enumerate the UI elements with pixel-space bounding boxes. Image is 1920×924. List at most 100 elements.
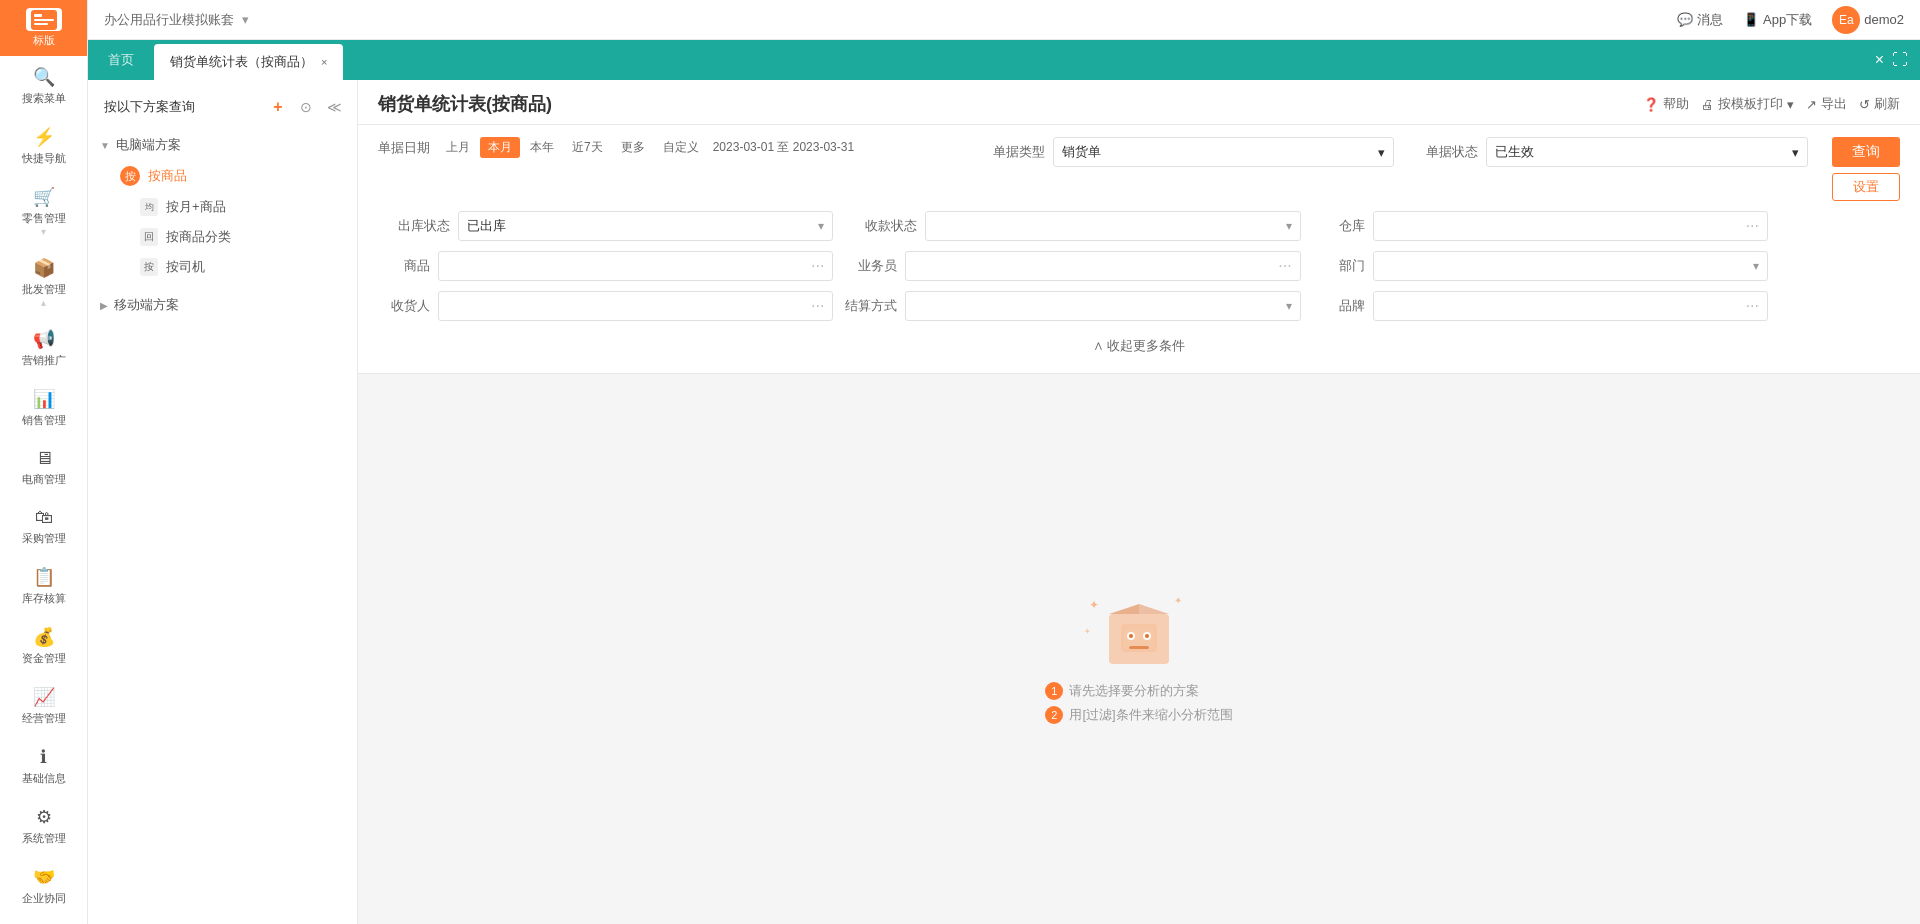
date-btn-7days[interactable]: 近7天: [564, 137, 611, 158]
export-icon: ↗: [1806, 97, 1817, 112]
out-status-arrow: ▾: [818, 219, 824, 233]
retail-icon: 🛒: [33, 186, 55, 208]
sidebar-item-newbie[interactable]: 🎓 新手引导: [0, 916, 87, 924]
top-bar-left: 办公用品行业模拟账套 ▾: [104, 11, 249, 29]
tree-section-pc: ▼ 电脑端方案 按 按商品 均 按月+商品 回 按商品分类 按 按司机: [88, 126, 357, 286]
help-icon: ❓: [1643, 97, 1659, 112]
collapse-btn[interactable]: ∧ 收起更多条件: [1093, 331, 1186, 361]
doc-status-filter: 单据状态 已生效 ▾: [1406, 137, 1808, 167]
date-btn-custom[interactable]: 自定义: [655, 137, 707, 158]
tree-sub-child-icon-2: 回: [140, 228, 158, 246]
sidebar-item-basic[interactable]: ℹ 基础信息: [0, 736, 87, 796]
sidebar-item-system[interactable]: ⚙ 系统管理: [0, 796, 87, 856]
content-area: 按以下方案查询 + ⊙ ≪ ▼ 电脑端方案 按 按商品 均 按月: [88, 80, 1920, 924]
date-btn-this-month[interactable]: 本月: [480, 137, 520, 158]
sidebar-item-retail[interactable]: 🛒 零售管理 ▾: [0, 176, 87, 247]
tab-home[interactable]: 首页: [88, 40, 154, 80]
sidebar-item-ecommerce-label: 电商管理: [22, 472, 66, 487]
goods-label: 商品: [378, 257, 438, 275]
tab-close-icon[interactable]: ×: [321, 56, 327, 68]
tab-window-close-icon[interactable]: ×: [1875, 51, 1884, 69]
consignee-filter: 收货人 ···: [378, 291, 833, 321]
date-btn-last-month[interactable]: 上月: [438, 137, 478, 158]
tree-sub-child-by-month-goods[interactable]: 均 按月+商品: [88, 192, 357, 222]
date-options: 上月 本月 本年 近7天 更多 自定义 2023-03-01 至 2023-03…: [438, 137, 981, 158]
left-panel-title: 按以下方案查询: [104, 98, 195, 116]
sidebar-item-wholesale-label: 批发管理: [22, 282, 66, 297]
brand-select[interactable]: ···: [1373, 291, 1768, 321]
out-status-select[interactable]: 已出库 ▾: [458, 211, 833, 241]
main-area: 办公用品行业模拟账套 ▾ 💬 消息 📱 App下载 Ea demo2 首页 销货…: [88, 0, 1920, 924]
refresh-btn[interactable]: ↺ 刷新: [1859, 95, 1900, 113]
goods-select[interactable]: ···: [438, 251, 833, 281]
sidebar-item-quick-nav[interactable]: ⚡ 快捷导航: [0, 116, 87, 176]
salesperson-label: 业务员: [845, 257, 905, 275]
tab-active-label: 销货单统计表（按商品）: [170, 53, 313, 71]
sidebar-item-wholesale[interactable]: 📦 批发管理 ▴: [0, 247, 87, 318]
doc-type-select[interactable]: 销货单 ▾: [1053, 137, 1395, 167]
sidebar-item-finance[interactable]: 💰 资金管理: [0, 616, 87, 676]
tree-sub-child-by-goods-category[interactable]: 回 按商品分类: [88, 222, 357, 252]
department-select[interactable]: ▾: [1373, 251, 1768, 281]
user-area[interactable]: Ea demo2: [1832, 6, 1904, 34]
warehouse-select[interactable]: ···: [1373, 211, 1768, 241]
salesperson-select[interactable]: ···: [905, 251, 1300, 281]
logo-icon: [26, 8, 62, 31]
date-range: 2023-03-01 至 2023-03-31: [713, 139, 854, 156]
tab-window-max-icon[interactable]: ⛶: [1892, 51, 1908, 69]
hint-text-1: 请先选择要分析的方案: [1069, 682, 1199, 700]
svg-text:✦: ✦: [1089, 598, 1099, 612]
settings-button[interactable]: 设置: [1832, 173, 1900, 201]
sidebar-item-inventory[interactable]: 📋 库存核算: [0, 556, 87, 616]
department-arrow: ▾: [1753, 259, 1759, 273]
sidebar-item-purchase[interactable]: 🛍 采购管理: [0, 497, 87, 556]
doc-status-select[interactable]: 已生效 ▾: [1486, 137, 1808, 167]
tab-active[interactable]: 销货单统计表（按商品） ×: [154, 44, 343, 80]
payment-arrow: ▾: [1286, 299, 1292, 313]
message-btn[interactable]: 💬 消息: [1677, 11, 1723, 29]
filter-area: 单据日期 上月 本月 本年 近7天 更多 自定义 2023-03-01 至 20…: [358, 125, 1920, 374]
industry-dropdown-icon[interactable]: ▾: [242, 12, 249, 27]
tree-parent-pc[interactable]: ▼ 电脑端方案: [88, 130, 357, 160]
sidebar-item-search[interactable]: 🔍 搜索菜单: [0, 56, 87, 116]
collection-status-select[interactable]: ▾: [925, 211, 1300, 241]
svg-marker-6: [1139, 604, 1169, 614]
left-panel-settings-btn[interactable]: ⊙: [295, 96, 317, 118]
collection-status-label: 收款状态: [845, 217, 925, 235]
date-btn-this-year[interactable]: 本年: [522, 137, 562, 158]
app-download-btn[interactable]: 📱 App下载: [1743, 11, 1812, 29]
consignee-select[interactable]: ···: [438, 291, 833, 321]
tree-child-by-goods[interactable]: 按 按商品: [88, 160, 357, 192]
tree-sub-child-by-goods-category-label: 按商品分类: [166, 228, 231, 246]
logo-area[interactable]: 标版: [0, 0, 87, 56]
warehouse-dots: ···: [1746, 217, 1759, 235]
operation-icon: 📈: [33, 686, 55, 708]
sidebar-item-marketing-label: 营销推广: [22, 353, 66, 368]
collection-status-filter: 收款状态 ▾: [845, 211, 1300, 241]
consignee-dots: ···: [811, 297, 824, 315]
collection-status-arrow: ▾: [1286, 219, 1292, 233]
query-button[interactable]: 查询: [1832, 137, 1900, 167]
tab-bar-actions: × ⛶: [1875, 51, 1920, 69]
ecommerce-icon: 🖥: [35, 448, 53, 469]
sidebar-item-sales[interactable]: 📊 销售管理: [0, 378, 87, 438]
help-label: 帮助: [1663, 95, 1689, 113]
sidebar-item-marketing[interactable]: 📢 营销推广: [0, 318, 87, 378]
sidebar-item-purchase-label: 采购管理: [22, 531, 66, 546]
sidebar-item-ecommerce[interactable]: 🖥 电商管理: [0, 438, 87, 497]
date-btn-more[interactable]: 更多: [613, 137, 653, 158]
tree-sub-child-by-scanner[interactable]: 按 按司机: [88, 252, 357, 282]
sidebar-item-enterprise[interactable]: 🤝 企业协同: [0, 856, 87, 916]
brand-filter: 品牌 ···: [1313, 291, 1768, 321]
payment-select[interactable]: ▾: [905, 291, 1300, 321]
tree-section-mobile: ▶ 移动端方案: [88, 286, 357, 324]
export-btn[interactable]: ↗ 导出: [1806, 95, 1847, 113]
sidebar-item-operation[interactable]: 📈 经营管理: [0, 676, 87, 736]
tree-parent-mobile[interactable]: ▶ 移动端方案: [88, 290, 357, 320]
sidebar-item-retail-label: 零售管理: [22, 211, 66, 226]
print-btn[interactable]: 🖨 按模板打印 ▾: [1701, 95, 1794, 113]
refresh-icon: ↺: [1859, 97, 1870, 112]
left-panel-add-btn[interactable]: +: [267, 96, 289, 118]
help-btn[interactable]: ❓ 帮助: [1643, 95, 1689, 113]
left-panel-collapse-btn[interactable]: ≪: [323, 96, 345, 118]
